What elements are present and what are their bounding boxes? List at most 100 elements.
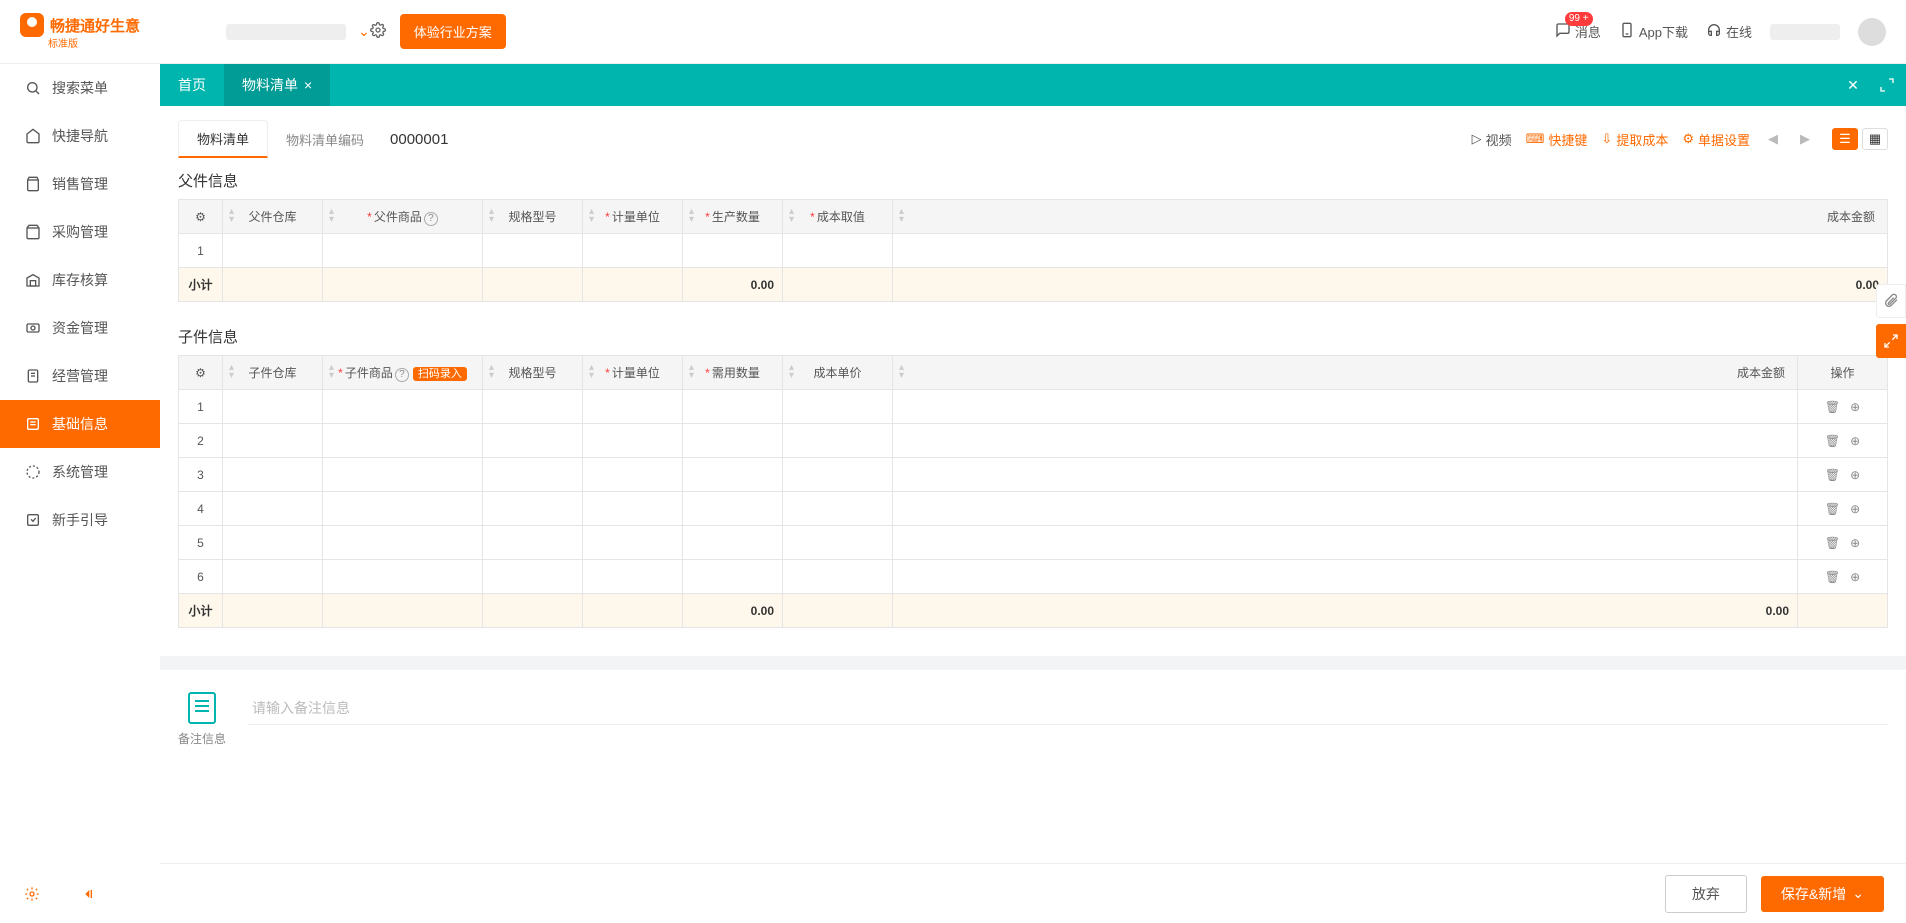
cell[interactable]: [583, 492, 683, 526]
cell[interactable]: [683, 234, 783, 268]
cell[interactable]: [893, 424, 1798, 458]
cell[interactable]: [783, 390, 893, 424]
prev-icon[interactable]: ◀: [1764, 131, 1782, 147]
delete-icon[interactable]: 🗑: [1825, 570, 1840, 584]
cell[interactable]: [893, 390, 1798, 424]
add-row-icon[interactable]: ⊕: [1850, 570, 1860, 584]
cell[interactable]: [783, 234, 893, 268]
col-parent-uom[interactable]: ▴▾*计量单位: [583, 200, 683, 234]
sidebar-item-operation[interactable]: 经营管理: [0, 352, 160, 400]
cell[interactable]: [893, 458, 1798, 492]
cell[interactable]: [483, 424, 583, 458]
col-parent-product[interactable]: ▴▾*父件商品?: [323, 200, 483, 234]
add-row-icon[interactable]: ⊕: [1850, 468, 1860, 482]
tab-bom[interactable]: 物料清单 ×: [224, 64, 330, 106]
col-child-qty[interactable]: ▴▾*需用数量: [683, 356, 783, 390]
remark-input[interactable]: [248, 692, 1888, 725]
cell[interactable]: [583, 526, 683, 560]
col-parent-warehouse[interactable]: ▴▾父件仓库: [223, 200, 323, 234]
cell[interactable]: [483, 234, 583, 268]
cell[interactable]: [483, 390, 583, 424]
tab-close-all-icon[interactable]: ✕: [1838, 70, 1868, 100]
expand-icon[interactable]: [1876, 324, 1906, 358]
view-grid-icon[interactable]: ▦: [1862, 128, 1888, 150]
table-row[interactable]: 1: [179, 234, 1888, 268]
help-icon[interactable]: ?: [424, 212, 438, 226]
cell[interactable]: [893, 560, 1798, 594]
cell[interactable]: [583, 424, 683, 458]
gear-icon[interactable]: [370, 22, 386, 41]
app-download-link[interactable]: App下载: [1619, 22, 1688, 41]
cell[interactable]: [683, 526, 783, 560]
add-row-icon[interactable]: ⊕: [1850, 536, 1860, 550]
cell[interactable]: [323, 526, 483, 560]
cell[interactable]: [223, 424, 323, 458]
cell[interactable]: [783, 492, 893, 526]
cell[interactable]: [223, 492, 323, 526]
col-child-product[interactable]: ▴▾*子件商品?扫码录入: [323, 356, 483, 390]
discard-button[interactable]: 放弃: [1665, 875, 1747, 913]
col-child-warehouse[interactable]: ▴▾子件仓库: [223, 356, 323, 390]
cell[interactable]: [483, 492, 583, 526]
cell[interactable]: [893, 492, 1798, 526]
shortcut-link[interactable]: ⌨快捷键: [1526, 130, 1588, 149]
col-parent-spec[interactable]: ▴▾规格型号: [483, 200, 583, 234]
sidebar-item-basedata[interactable]: 基础信息: [0, 400, 160, 448]
cell[interactable]: [323, 492, 483, 526]
tab-fullscreen-icon[interactable]: [1872, 70, 1902, 100]
delete-icon[interactable]: 🗑: [1825, 434, 1840, 448]
cta-button[interactable]: 体验行业方案: [400, 14, 506, 49]
cell[interactable]: [223, 390, 323, 424]
cell[interactable]: [893, 234, 1888, 268]
col-gear[interactable]: ⚙: [179, 200, 223, 234]
sidebar-item-purchase[interactable]: 采购管理: [0, 208, 160, 256]
table-row[interactable]: 2🗑⊕: [179, 424, 1888, 458]
tab-home[interactable]: 首页: [160, 64, 224, 106]
sidebar-item-inventory[interactable]: 库存核算: [0, 256, 160, 304]
extract-cost-link[interactable]: ⇩提取成本: [1601, 130, 1668, 149]
cell[interactable]: [323, 458, 483, 492]
col-child-unitcost[interactable]: ▴▾成本单价: [783, 356, 893, 390]
add-row-icon[interactable]: ⊕: [1850, 400, 1860, 414]
cell[interactable]: [483, 458, 583, 492]
sidebar-item-newbie[interactable]: 新手引导: [0, 496, 160, 544]
scan-tag[interactable]: 扫码录入: [413, 367, 467, 381]
cell[interactable]: [323, 390, 483, 424]
close-icon[interactable]: ×: [304, 77, 312, 93]
support-link[interactable]: 在线: [1706, 22, 1752, 41]
sidebar-item-system[interactable]: 系统管理: [0, 448, 160, 496]
subtab-bom[interactable]: 物料清单: [178, 120, 268, 158]
cell[interactable]: [783, 424, 893, 458]
col-child-uom[interactable]: ▴▾*计量单位: [583, 356, 683, 390]
sidebar-gear-icon[interactable]: [24, 886, 40, 905]
col-parent-amount[interactable]: ▴▾成本金额: [893, 200, 1888, 234]
video-link[interactable]: ▷视频: [1472, 130, 1512, 149]
delete-icon[interactable]: 🗑: [1825, 400, 1840, 414]
cell[interactable]: [323, 560, 483, 594]
cell[interactable]: [323, 234, 483, 268]
cell[interactable]: [223, 458, 323, 492]
col-child-spec[interactable]: ▴▾规格型号: [483, 356, 583, 390]
cell[interactable]: [223, 234, 323, 268]
attachment-icon[interactable]: [1876, 284, 1906, 318]
delete-icon[interactable]: 🗑: [1825, 536, 1840, 550]
add-row-icon[interactable]: ⊕: [1850, 502, 1860, 516]
sidebar-item-funds[interactable]: 资金管理: [0, 304, 160, 352]
table-row[interactable]: 6🗑⊕: [179, 560, 1888, 594]
col-parent-costmode[interactable]: ▴▾*成本取值: [783, 200, 893, 234]
cell[interactable]: [893, 526, 1798, 560]
avatar[interactable]: [1858, 18, 1886, 46]
help-icon[interactable]: ?: [395, 368, 409, 382]
cell[interactable]: [223, 560, 323, 594]
cell[interactable]: [483, 526, 583, 560]
table-row[interactable]: 5🗑⊕: [179, 526, 1888, 560]
view-list-icon[interactable]: ☰: [1832, 128, 1858, 150]
table-row[interactable]: 4🗑⊕: [179, 492, 1888, 526]
cell[interactable]: [583, 234, 683, 268]
cell[interactable]: [583, 390, 683, 424]
cell[interactable]: [683, 424, 783, 458]
cell[interactable]: [583, 458, 683, 492]
next-icon[interactable]: ▶: [1796, 131, 1814, 147]
cell[interactable]: [683, 458, 783, 492]
sidebar-item-sales[interactable]: 销售管理: [0, 160, 160, 208]
